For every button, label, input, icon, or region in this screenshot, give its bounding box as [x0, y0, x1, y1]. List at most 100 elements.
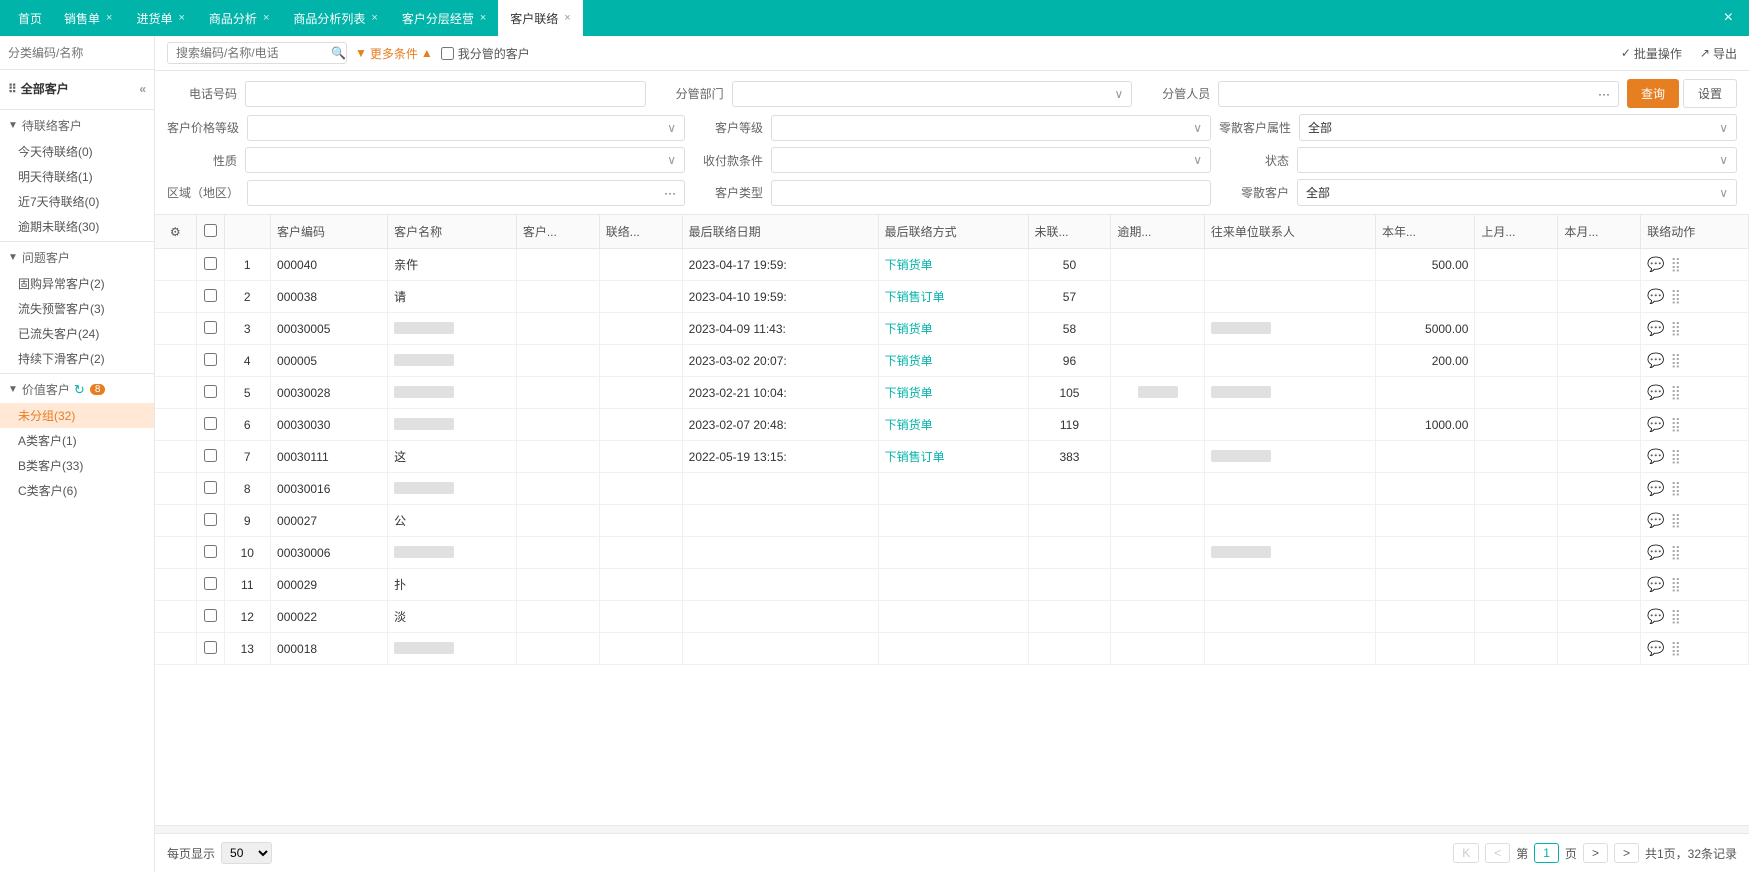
checkbox-cell[interactable] [196, 569, 224, 601]
contact-way-link[interactable]: 下销货单 [885, 354, 933, 368]
last-contact-way-cell[interactable]: 下销货单 [878, 377, 1028, 409]
prev-page-btn[interactable]: < [1485, 843, 1510, 863]
row-checkbox[interactable] [204, 257, 217, 270]
chat-icon[interactable]: 💬 [1647, 608, 1664, 625]
chat-icon[interactable]: 💬 [1647, 576, 1664, 593]
name-col-header[interactable]: 客户名称 [388, 215, 517, 249]
tab-customer-seg[interactable]: 客户分层经营 × [390, 0, 498, 36]
phone-input[interactable] [245, 81, 646, 107]
name-cell[interactable] [388, 409, 517, 441]
name-cell[interactable] [388, 377, 517, 409]
last-contact-way-cell[interactable] [878, 569, 1028, 601]
qr-icon[interactable]: ⣿ [1671, 608, 1681, 625]
checkbox-cell[interactable] [196, 441, 224, 473]
close-icon-purchase[interactable]: × [178, 12, 184, 24]
last-contact-way-cell[interactable] [878, 537, 1028, 569]
sidebar-item-lost[interactable]: 已流失客户(24) [0, 321, 154, 346]
last-contact-way-cell[interactable]: 下销售订单 [878, 281, 1028, 313]
checkbox-cell[interactable] [196, 633, 224, 665]
sidebar-item-tomorrow[interactable]: 明天待联络(1) [0, 164, 154, 189]
chat-icon[interactable]: 💬 [1647, 288, 1664, 305]
contact-col-header[interactable]: 联络... [599, 215, 682, 249]
price-grade-input[interactable]: ∨ [247, 115, 685, 141]
checkbox-cell[interactable] [196, 313, 224, 345]
qr-icon[interactable]: ⣿ [1671, 288, 1681, 305]
last-contact-way-cell[interactable] [878, 633, 1028, 665]
name-cell[interactable] [388, 345, 517, 377]
close-window-button[interactable]: × [1716, 9, 1741, 27]
name-cell[interactable]: 请 [388, 281, 517, 313]
tab-analysis[interactable]: 商品分析 × [197, 0, 281, 36]
chat-icon[interactable]: 💬 [1647, 256, 1664, 273]
qr-icon[interactable]: ⣿ [1671, 576, 1681, 593]
customer-type-input[interactable] [771, 180, 1211, 206]
row-checkbox[interactable] [204, 289, 217, 302]
sidebar-search-input[interactable] [8, 46, 155, 60]
qr-icon[interactable]: ⣿ [1671, 512, 1681, 529]
sidebar-item-today[interactable]: 今天待联络(0) [0, 139, 154, 164]
refresh-icon[interactable]: ↻ [74, 382, 85, 398]
retail-attr-input[interactable]: 全部 ∨ [1299, 114, 1737, 141]
checkbox-cell[interactable] [196, 473, 224, 505]
sidebar-item-declining[interactable]: 持续下滑客户(2) [0, 346, 154, 371]
row-checkbox[interactable] [204, 481, 217, 494]
my-customers-checkbox[interactable] [441, 47, 454, 60]
per-page-select[interactable]: 50 100 200 [221, 842, 272, 864]
last-contact-date-col-header[interactable]: 最后联络日期 [682, 215, 878, 249]
row-checkbox[interactable] [204, 609, 217, 622]
close-icon-analysis-list[interactable]: × [371, 12, 377, 24]
chat-icon[interactable]: 💬 [1647, 480, 1664, 497]
name-cell[interactable]: 淡 [388, 601, 517, 633]
contact-way-link[interactable]: 下销货单 [885, 322, 933, 336]
chat-icon[interactable]: 💬 [1647, 544, 1664, 561]
row-checkbox[interactable] [204, 545, 217, 558]
checkbox-cell[interactable] [196, 601, 224, 633]
contact-way-link[interactable]: 下销货单 [885, 258, 933, 272]
last-month-col-header[interactable]: 上月... [1475, 215, 1558, 249]
tab-analysis-list[interactable]: 商品分析列表 × [281, 0, 389, 36]
type-col-header[interactable]: 客户... [516, 215, 599, 249]
row-checkbox[interactable] [204, 385, 217, 398]
all-customers-header[interactable]: ⠿ 全部客户 « [0, 74, 154, 103]
checkbox-cell[interactable] [196, 505, 224, 537]
filter-search-icon[interactable]: 🔍 [331, 46, 346, 60]
row-checkbox[interactable] [204, 449, 217, 462]
name-cell[interactable]: 亲仵 [388, 249, 517, 281]
last-page-btn[interactable]: > [1614, 843, 1639, 863]
contact-way-link[interactable]: 下销售订单 [885, 290, 945, 304]
more-conditions-btn[interactable]: ▼ 更多条件 ▲ [355, 45, 433, 62]
checkbox-cell[interactable] [196, 345, 224, 377]
name-cell[interactable]: 公 [388, 505, 517, 537]
qr-icon[interactable]: ⣿ [1671, 544, 1681, 561]
select-all-checkbox[interactable] [204, 224, 217, 237]
name-cell[interactable]: 这 [388, 441, 517, 473]
sidebar-item-unclassified[interactable]: 未分组(32) [0, 403, 154, 428]
name-cell[interactable] [388, 633, 517, 665]
tab-customer-contact[interactable]: 客户联络 × [498, 0, 582, 36]
last-contact-way-cell[interactable]: 下销货单 [878, 313, 1028, 345]
name-cell[interactable] [388, 537, 517, 569]
close-icon-customer-seg[interactable]: × [480, 12, 486, 24]
row-checkbox[interactable] [204, 353, 217, 366]
checkbox-col-header[interactable] [196, 215, 224, 249]
qr-icon[interactable]: ⣿ [1671, 416, 1681, 433]
sidebar-group-problem[interactable]: ▼ 问题客户 [0, 244, 154, 271]
sidebar-group-value[interactable]: ▼ 价值客户 ↻ 8 [0, 376, 154, 403]
row-checkbox[interactable] [204, 577, 217, 590]
export-button[interactable]: ↗ 导出 [1700, 45, 1737, 62]
retail-customer-input[interactable]: 全部 ∨ [1297, 179, 1737, 206]
chat-icon[interactable]: 💬 [1647, 448, 1664, 465]
contact-way-link[interactable]: 下销货单 [885, 418, 933, 432]
checkbox-cell[interactable] [196, 537, 224, 569]
name-cell[interactable] [388, 473, 517, 505]
payment-input[interactable]: ∨ [771, 147, 1211, 173]
contact-way-link[interactable]: 下销货单 [885, 386, 933, 400]
last-contact-way-cell[interactable]: 下销货单 [878, 249, 1028, 281]
row-checkbox[interactable] [204, 321, 217, 334]
sidebar-item-b-class[interactable]: B类客户(33) [0, 453, 154, 478]
qr-icon[interactable]: ⣿ [1671, 352, 1681, 369]
dept-input[interactable]: ∨ [732, 81, 1133, 107]
name-cell[interactable] [388, 313, 517, 345]
checkbox-cell[interactable] [196, 281, 224, 313]
last-contact-way-cell[interactable]: 下销货单 [878, 345, 1028, 377]
